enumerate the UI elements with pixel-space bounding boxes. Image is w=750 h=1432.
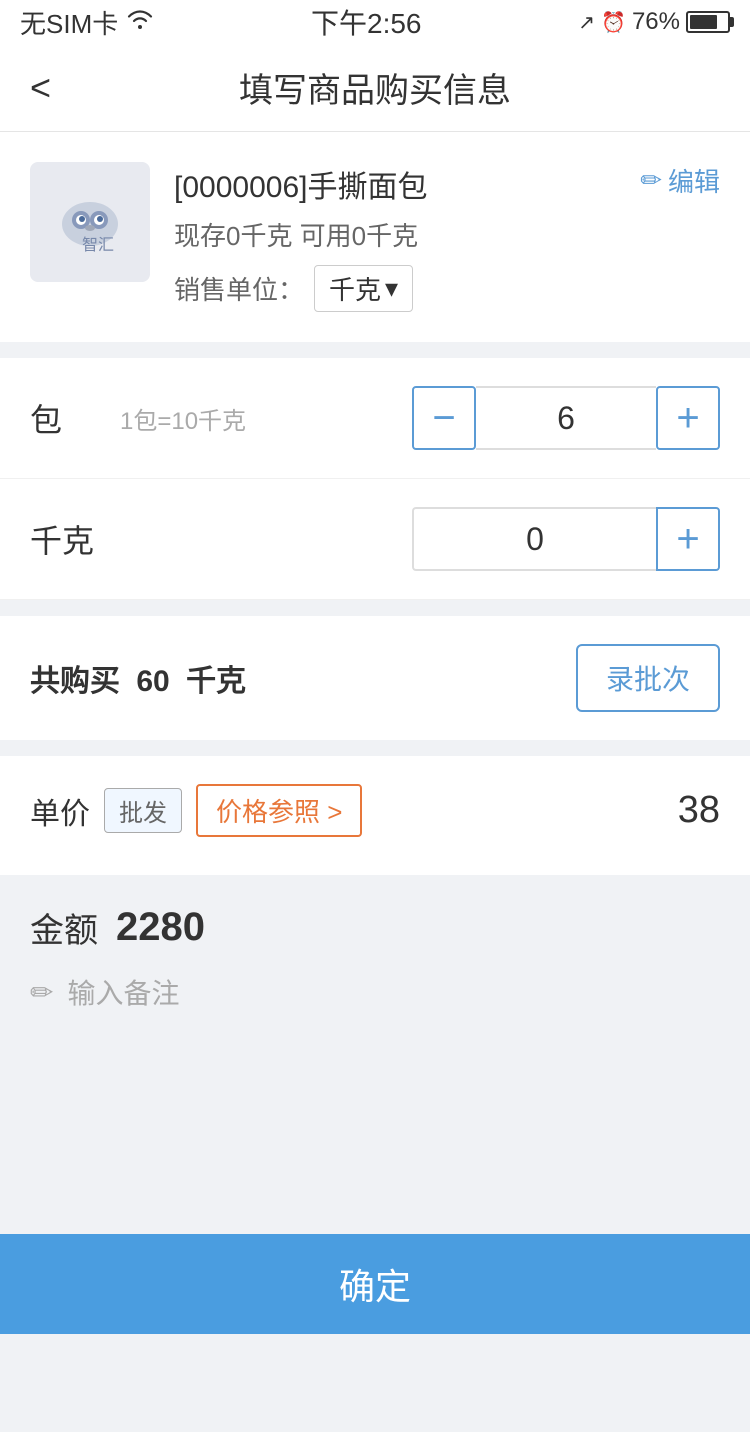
unit-label: 销售单位： — [174, 270, 304, 307]
kg-label: 千克 — [30, 516, 110, 562]
unit-dropdown[interactable]: 千克 ▾ — [314, 265, 413, 312]
amount-label: 金额 — [30, 903, 98, 952]
dropdown-arrow-icon: ▾ — [385, 273, 398, 304]
price-section: 单价 批发 价格参照 > 38 — [0, 756, 750, 875]
total-prefix: 共购买 — [30, 665, 120, 698]
price-value: 38 — [678, 789, 720, 832]
kg-qty-input[interactable] — [412, 507, 656, 571]
price-ref-button[interactable]: 价格参照 > — [196, 784, 362, 837]
total-amount: 60 — [136, 665, 169, 698]
battery-percent: 76% — [632, 8, 680, 36]
batch-button[interactable]: 录批次 — [576, 644, 720, 712]
content-area — [0, 1032, 750, 1432]
product-section: 智汇 [0000006]手撕面包 ✏ 编辑 现存0千克 可用0千克 销售单位： … — [0, 132, 750, 342]
note-text: 输入备注 — [67, 972, 179, 1012]
confirm-button[interactable]: 确定 — [0, 1234, 750, 1334]
kg-plus-button[interactable]: + — [656, 507, 720, 571]
amount-value: 2280 — [116, 905, 205, 950]
kg-row: 千克 + — [0, 479, 750, 600]
bao-qty-input[interactable] — [476, 386, 656, 450]
note-icon: ✏ — [30, 976, 53, 1009]
unit-value: 千克 — [329, 270, 381, 307]
location-icon: ↗ — [578, 10, 595, 35]
bao-row: 包 1包=10千克 − + — [0, 358, 750, 479]
total-unit: 千克 — [186, 665, 246, 698]
bao-label: 包 — [30, 395, 110, 441]
wifi-icon — [126, 7, 154, 38]
product-info: [0000006]手撕面包 ✏ 编辑 现存0千克 可用0千克 销售单位： 千克 … — [174, 162, 720, 312]
price-tag: 批发 — [104, 788, 182, 833]
alarm-icon: ⏰ — [601, 10, 626, 35]
amount-row: 金额 2280 — [30, 903, 720, 952]
edit-icon: ✏ — [640, 165, 662, 196]
price-row: 单价 批发 价格参照 > 38 — [30, 784, 720, 837]
status-bar: 无SIM卡 下午2:56 ↗ ⏰ 76% — [0, 0, 750, 44]
kg-qty-control: + — [412, 507, 720, 571]
note-row[interactable]: ✏ 输入备注 — [30, 972, 720, 1012]
nav-bar: < 填写商品购买信息 — [0, 44, 750, 132]
carrier-label: 无SIM卡 — [20, 4, 118, 41]
edit-button[interactable]: ✏ 编辑 — [640, 162, 720, 199]
bao-minus-button[interactable]: − — [412, 386, 476, 450]
bao-plus-button[interactable]: + — [656, 386, 720, 450]
status-left: 无SIM卡 — [20, 4, 154, 41]
status-time: 下午2:56 — [311, 2, 422, 42]
battery-icon — [686, 11, 730, 33]
product-stock: 现存0千克 可用0千克 — [174, 216, 720, 253]
price-label: 单价 — [30, 789, 90, 833]
svg-text:智汇: 智汇 — [82, 236, 114, 252]
product-thumbnail: 智汇 — [30, 162, 150, 282]
edit-label: 编辑 — [668, 162, 720, 199]
back-button[interactable]: < — [30, 67, 51, 109]
status-right: ↗ ⏰ 76% — [578, 8, 730, 36]
product-name: [0000006]手撕面包 — [174, 162, 427, 206]
amount-section: 金额 2280 ✏ 输入备注 — [0, 875, 750, 1032]
total-text: 共购买 60 千克 — [30, 656, 246, 700]
page-title: 填写商品购买信息 — [239, 63, 511, 112]
input-section: 包 1包=10千克 − + 千克 + — [0, 358, 750, 600]
total-row: 共购买 60 千克 录批次 — [0, 616, 750, 740]
product-unit-row: 销售单位： 千克 ▾ — [174, 265, 720, 312]
bao-hint: 1包=10千克 — [120, 401, 412, 436]
bao-qty-control: − + — [412, 386, 720, 450]
